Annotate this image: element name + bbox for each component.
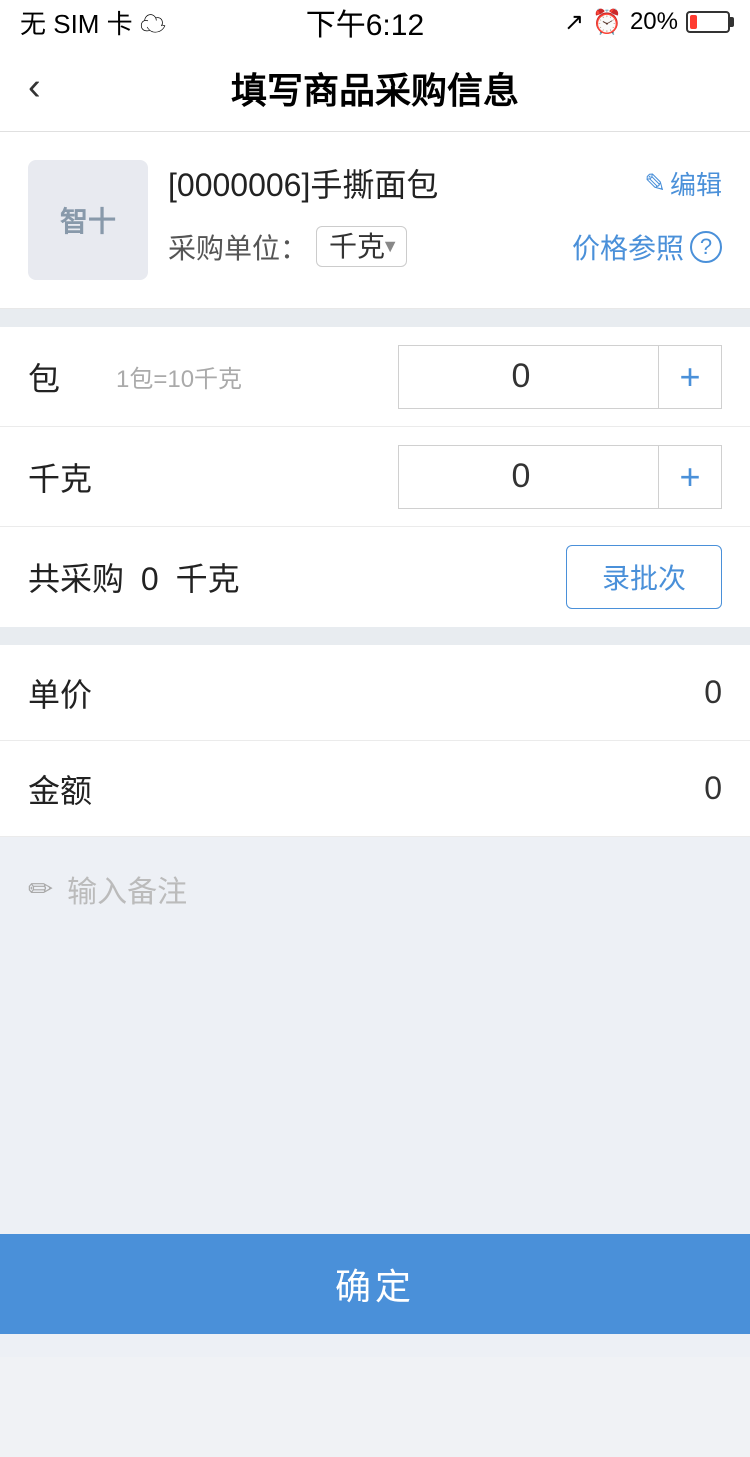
section-divider-2 <box>0 627 750 645</box>
battery-icon <box>686 11 730 33</box>
unit-price-value: 0 <box>704 674 722 711</box>
status-time: 下午6:12 <box>306 0 424 44</box>
kg-input-row: 千克 + <box>0 427 750 527</box>
unit-select[interactable]: 千克 <box>316 226 407 267</box>
input-section: 包 1包=10千克 + 千克 + 共采购 0 千克 录批次 <box>0 327 750 627</box>
product-card: 智十 [0000006]手撕面包 ✎ 编辑 采购单位： 千克 <box>0 132 750 309</box>
product-name-row: [0000006]手撕面包 ✎ 编辑 <box>168 160 722 206</box>
alarm-icon: ⏰ <box>592 8 622 37</box>
battery-percent: 20% <box>630 8 678 36</box>
unit-price-row: 单价 0 <box>0 645 750 741</box>
product-logo: 智十 <box>60 200 116 240</box>
price-ref-label: 价格参照 <box>572 227 684 267</box>
status-left: 无 SIM 卡 ☁ <box>20 4 166 41</box>
edit-icon: ✎ <box>644 168 666 199</box>
kg-quantity-input[interactable] <box>398 445 658 509</box>
product-name: [0000006]手撕面包 <box>168 160 438 206</box>
price-section: 单价 0 金额 0 <box>0 645 750 837</box>
unit-price-label: 单价 <box>28 670 92 716</box>
bao-plus-button[interactable]: + <box>658 345 722 409</box>
edit-label: 编辑 <box>670 165 722 202</box>
back-button[interactable]: ‹ <box>28 66 41 109</box>
confirm-label: 确定 <box>335 1258 415 1310</box>
pencil-icon: ✏ <box>28 872 53 907</box>
status-right: ↗ ⏰ 20% <box>564 8 730 37</box>
kg-plus-button[interactable]: + <box>658 445 722 509</box>
confirm-button[interactable]: 确定 <box>0 1234 750 1334</box>
amount-value: 0 <box>704 770 722 807</box>
kg-label: 千克 <box>28 454 108 500</box>
amount-row: 金额 0 <box>0 741 750 837</box>
unit-select-wrapper[interactable]: 千克 <box>316 226 407 267</box>
product-image: 智十 <box>28 160 148 280</box>
sim-status: 无 SIM 卡 ☁ <box>20 4 166 41</box>
summary-row: 共采购 0 千克 录批次 <box>0 527 750 627</box>
location-icon: ↗ <box>564 8 584 37</box>
summary-text: 共采购 0 千克 <box>28 554 240 600</box>
bao-input-row: 包 1包=10千克 + <box>0 327 750 427</box>
unit-row: 采购单位： 千克 价格参照 ? <box>168 226 722 267</box>
edit-button[interactable]: ✎ 编辑 <box>644 165 722 202</box>
bao-sublabel: 1包=10千克 <box>116 359 398 394</box>
remark-section[interactable]: ✏ 输入备注 <box>0 837 750 1037</box>
status-bar: 无 SIM 卡 ☁ 下午6:12 ↗ ⏰ 20% <box>0 0 750 44</box>
amount-label: 金额 <box>28 766 92 812</box>
section-divider-1 <box>0 309 750 327</box>
help-icon: ? <box>690 231 722 263</box>
bao-input-right: + <box>398 345 722 409</box>
bao-label: 包 <box>28 354 108 400</box>
batch-button[interactable]: 录批次 <box>566 545 722 609</box>
remark-placeholder: 输入备注 <box>67 867 187 911</box>
remark-row: ✏ 输入备注 <box>28 867 722 911</box>
bao-quantity-input[interactable] <box>398 345 658 409</box>
product-info: [0000006]手撕面包 ✎ 编辑 采购单位： 千克 价格参照 <box>168 160 722 267</box>
kg-input-right: + <box>398 445 722 509</box>
nav-bar: ‹ 填写商品采购信息 <box>0 44 750 132</box>
price-ref-button[interactable]: 价格参照 ? <box>572 227 722 267</box>
page-title: 填写商品采购信息 <box>231 62 519 114</box>
unit-label: 采购单位： <box>168 227 308 267</box>
